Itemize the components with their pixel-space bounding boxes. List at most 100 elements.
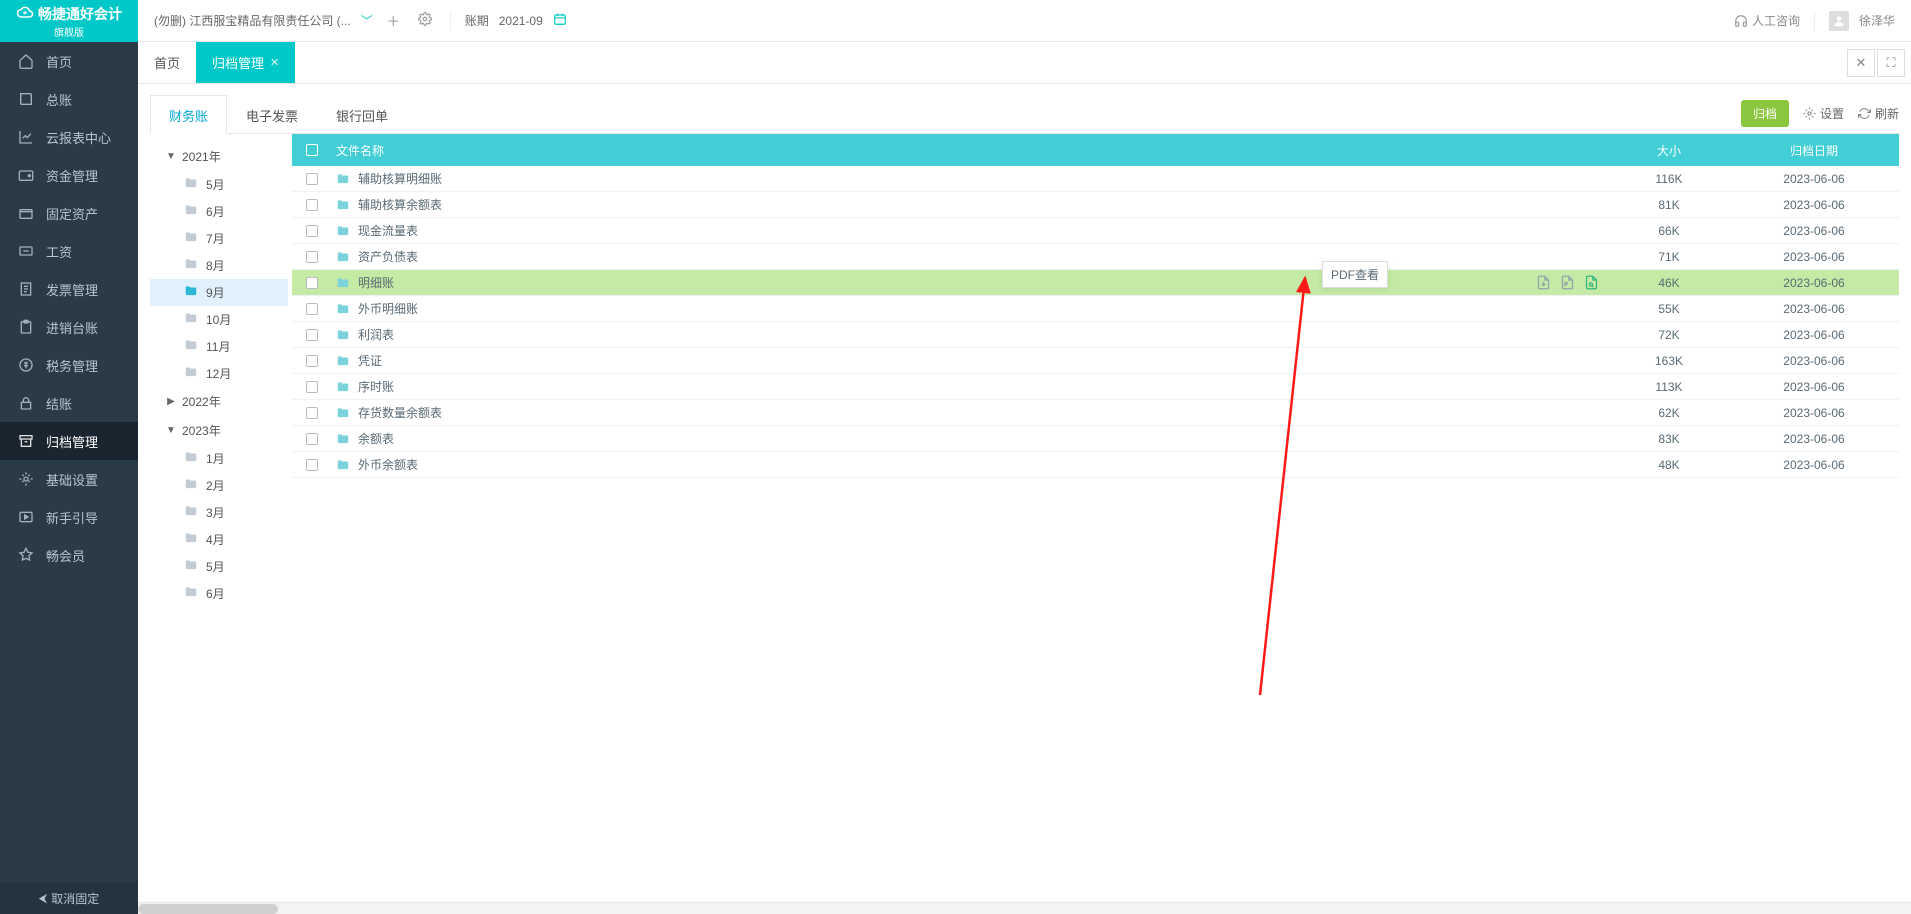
archive-button[interactable]: 归档 <box>1741 100 1789 127</box>
table-row[interactable]: 序时账 113K 2023-06-06 <box>292 374 1899 400</box>
horizontal-scrollbar[interactable] <box>138 902 1911 914</box>
money-icon <box>18 243 34 259</box>
subtab-2[interactable]: 银行回单 <box>317 95 407 134</box>
table-row[interactable]: 存货数量余额表 62K 2023-06-06 <box>292 400 1899 426</box>
row-checkbox[interactable] <box>306 381 318 393</box>
wallet-icon <box>18 167 34 183</box>
row-checkbox[interactable] <box>306 407 318 419</box>
avatar-icon[interactable] <box>1829 11 1849 31</box>
subtab-0[interactable]: 财务账 <box>150 95 227 134</box>
table-row[interactable]: 利润表 72K 2023-06-06 <box>292 322 1899 348</box>
calendar-icon[interactable] <box>553 12 567 29</box>
tree-month[interactable]: 8月 <box>150 252 288 279</box>
sidebar-item-archive[interactable]: 归档管理 <box>0 422 138 460</box>
table-row[interactable]: 明细账 46K 2023-06-06 <box>292 270 1899 296</box>
file-icon <box>336 328 350 342</box>
row-checkbox[interactable] <box>306 433 318 445</box>
sidebar-item-stock[interactable]: 进销台账 <box>0 308 138 346</box>
org-selector[interactable]: (勿删) 江西服宝精品有限责任公司 (... <box>154 12 351 29</box>
tree-month[interactable]: 7月 <box>150 225 288 252</box>
tree-month[interactable]: 3月 <box>150 499 288 526</box>
sidebar-item-settings[interactable]: 基础设置 <box>0 460 138 498</box>
row-checkbox[interactable] <box>306 173 318 185</box>
tree-year-1[interactable]: ▶2022年 <box>150 387 288 416</box>
tree-month[interactable]: 11月 <box>150 333 288 360</box>
folder-icon <box>184 257 198 274</box>
sidebar-item-funds[interactable]: 资金管理 <box>0 156 138 194</box>
view-icon[interactable] <box>1583 275 1599 291</box>
sidebar-item-guide[interactable]: 新手引导 <box>0 498 138 536</box>
row-checkbox[interactable] <box>306 303 318 315</box>
home-icon <box>18 53 34 69</box>
sidebar-item-tax[interactable]: 税务管理 <box>0 346 138 384</box>
sidebar-item-report[interactable]: 云报表中心 <box>0 118 138 156</box>
row-checkbox[interactable] <box>306 225 318 237</box>
username[interactable]: 徐泽华 <box>1859 12 1895 29</box>
sidebar-item-label: 税务管理 <box>46 356 98 375</box>
tree-year-0[interactable]: ▼2021年 <box>150 142 288 171</box>
tree-month[interactable]: 1月 <box>150 445 288 472</box>
add-icon[interactable]: ＋ <box>383 7 404 34</box>
period-value[interactable]: 2021-09 <box>499 14 543 28</box>
tree-month[interactable]: 6月 <box>150 198 288 225</box>
tree-month[interactable]: 12月 <box>150 360 288 387</box>
sidebar-item-asset[interactable]: 固定资产 <box>0 194 138 232</box>
file-date: 2023-06-06 <box>1729 328 1899 342</box>
sidebar-item-invoice[interactable]: 发票管理 <box>0 270 138 308</box>
folder-icon <box>184 558 198 575</box>
topbar: (勿删) 江西服宝精品有限责任公司 (... ﹀ ＋ 账期 2021-09 人工… <box>138 0 1911 42</box>
caret-down-icon: ▼ <box>166 151 176 162</box>
chevron-down-icon[interactable]: ﹀ <box>361 12 373 29</box>
row-checkbox[interactable] <box>306 329 318 341</box>
subtab-1[interactable]: 电子发票 <box>227 95 317 134</box>
table-row[interactable]: 凭证 163K 2023-06-06 <box>292 348 1899 374</box>
settings-link[interactable]: 设置 <box>1803 105 1844 122</box>
table-row[interactable]: 现金流量表 66K 2023-06-06 <box>292 218 1899 244</box>
sidebar-item-salary[interactable]: 工资 <box>0 232 138 270</box>
table-row[interactable]: 外币余额表 48K 2023-06-06 <box>292 452 1899 478</box>
folder-icon <box>184 311 198 328</box>
row-checkbox[interactable] <box>306 355 318 367</box>
row-checkbox[interactable] <box>306 199 318 211</box>
scrollbar-thumb[interactable] <box>138 904 278 914</box>
close-tab-button[interactable]: ✕ <box>1847 49 1875 77</box>
sidebar-unpin[interactable]: ⮜ 取消固定 <box>0 882 138 914</box>
gear-icon[interactable] <box>414 8 436 33</box>
tab-1[interactable]: 归档管理✕ <box>196 42 295 83</box>
refresh-link[interactable]: 刷新 <box>1858 105 1899 122</box>
tab-0[interactable]: 首页 <box>138 42 196 83</box>
sidebar-item-home[interactable]: 首页 <box>0 42 138 80</box>
table-row[interactable]: 资产负债表 71K 2023-06-06 <box>292 244 1899 270</box>
sidebar-item-close[interactable]: 结账 <box>0 384 138 422</box>
tree-month[interactable]: 9月 <box>150 279 288 306</box>
table-row[interactable]: 余额表 83K 2023-06-06 <box>292 426 1899 452</box>
download-icon[interactable] <box>1535 275 1551 291</box>
tree-month[interactable]: 4月 <box>150 526 288 553</box>
close-icon[interactable]: ✕ <box>270 56 279 69</box>
caret-right-icon: ▶ <box>166 396 176 407</box>
receipt-icon <box>18 281 34 297</box>
tree-month[interactable]: 6月 <box>150 580 288 607</box>
tree-year-2[interactable]: ▼2023年 <box>150 416 288 445</box>
logo: 畅捷通好会计 旗舰版 <box>0 0 138 42</box>
lock-icon <box>18 395 34 411</box>
table-row[interactable]: 辅助核算余额表 81K 2023-06-06 <box>292 192 1899 218</box>
select-all-checkbox[interactable] <box>306 144 318 156</box>
file-date: 2023-06-06 <box>1729 224 1899 238</box>
row-checkbox[interactable] <box>306 251 318 263</box>
table-row[interactable]: 辅助核算明细账 116K 2023-06-06 <box>292 166 1899 192</box>
sidebar-item-label: 云报表中心 <box>46 128 111 147</box>
fullscreen-button[interactable]: ⛶ <box>1877 49 1905 77</box>
tree-month[interactable]: 5月 <box>150 171 288 198</box>
pdf-icon[interactable] <box>1559 275 1575 291</box>
table-row[interactable]: 外币明细账 55K 2023-06-06 <box>292 296 1899 322</box>
tree-month[interactable]: 10月 <box>150 306 288 333</box>
support-link[interactable]: 人工咨询 <box>1734 12 1800 29</box>
sidebar-item-member[interactable]: 畅会员 <box>0 536 138 574</box>
sidebar-item-ledger[interactable]: 总账 <box>0 80 138 118</box>
file-icon <box>336 380 350 394</box>
tree-month[interactable]: 2月 <box>150 472 288 499</box>
row-checkbox[interactable] <box>306 277 318 289</box>
tree-month[interactable]: 5月 <box>150 553 288 580</box>
row-checkbox[interactable] <box>306 459 318 471</box>
